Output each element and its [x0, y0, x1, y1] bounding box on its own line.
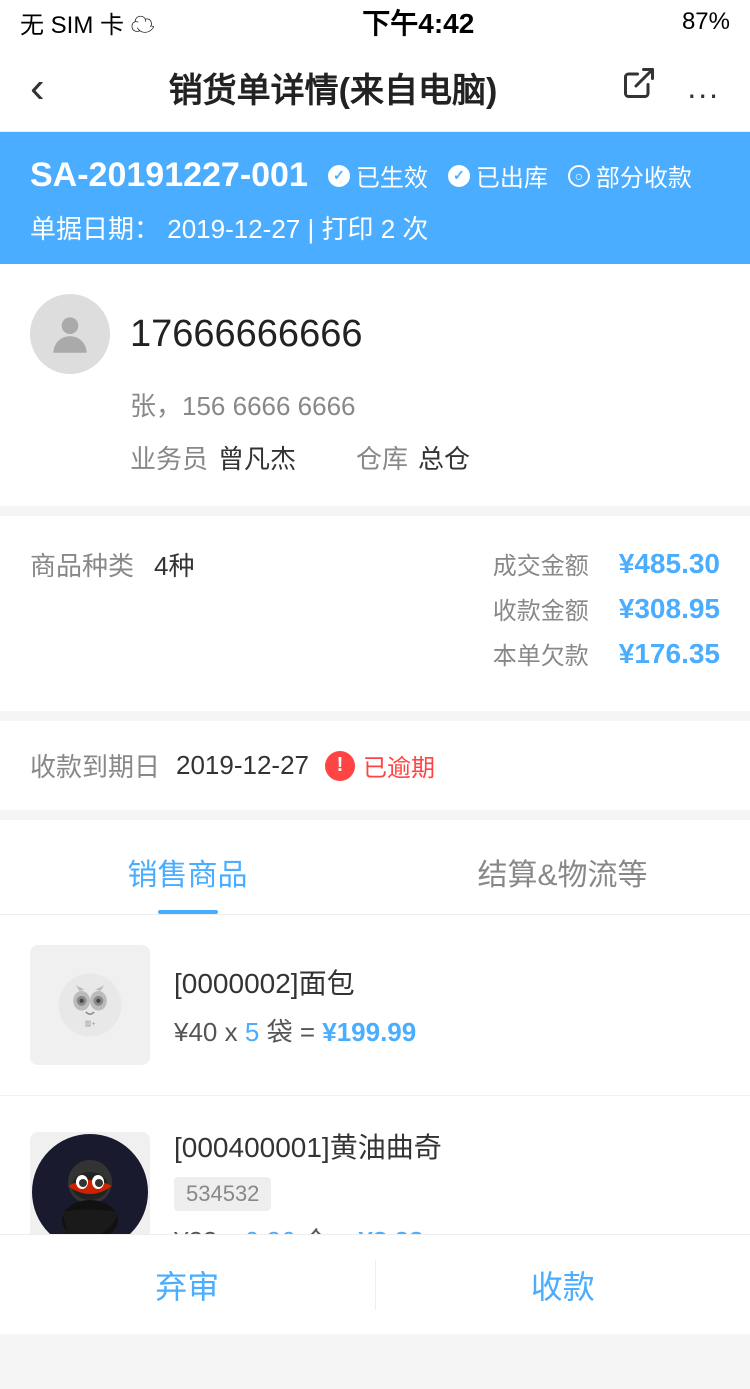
product-thumb-1: 兽+	[30, 945, 150, 1065]
stats-right: 成交金额 ¥485.30 收款金额 ¥308.95 本单欠款 ¥176.35	[493, 546, 720, 681]
warehouse-label: 仓库	[356, 439, 408, 476]
sim-label: 无 SIM 卡 ☁	[20, 5, 155, 40]
main-content: SA-20191227-001 ✓ 已生效 ✓ 已出库 ○ 部分收款 单据日期：…	[0, 132, 750, 1389]
header-date: 单据日期： 2019-12-27 | 打印 2 次	[30, 209, 720, 246]
badge-shipped-label: 已出库	[476, 158, 548, 193]
warehouse-value: 总仓	[418, 439, 470, 476]
staff-value: 曾凡杰	[218, 439, 296, 476]
more-button[interactable]: ...	[687, 69, 720, 106]
product-x-1: x	[225, 1017, 245, 1047]
battery-label: 87%	[682, 8, 730, 36]
bottom-bar: 弃审 收款	[0, 1234, 750, 1334]
staff-label: 业务员	[130, 439, 208, 476]
print-label: | 打印	[307, 214, 373, 244]
product-sku-2: 534532	[174, 1177, 271, 1211]
debt-label: 本单欠款	[493, 636, 589, 671]
cancel-review-button[interactable]: 弃审	[0, 1242, 375, 1328]
print-suffix: 次	[402, 214, 428, 244]
received-label: 收款金额	[493, 591, 589, 626]
header-banner: SA-20191227-001 ✓ 已生效 ✓ 已出库 ○ 部分收款 单据日期：…	[0, 132, 750, 264]
overdue-badge: ! 已逾期	[325, 748, 435, 783]
due-date: 2019-12-27	[176, 750, 309, 781]
product-type-row: 商品种类 4种	[30, 546, 194, 583]
tab-settlement[interactable]: 结算&物流等	[375, 820, 750, 914]
deal-amount-value: ¥485.30	[619, 548, 720, 580]
staff-row: 业务员 曾凡杰 仓库 总仓	[130, 439, 720, 476]
badge-partial-label: 部分收款	[596, 158, 692, 193]
product-name-1: [0000002]面包	[174, 962, 720, 1002]
deal-amount-label: 成交金额	[493, 546, 589, 581]
product-qty-1: 5	[245, 1017, 259, 1047]
stats-left: 商品种类 4种	[30, 546, 194, 591]
received-value: ¥308.95	[619, 593, 720, 625]
product-type-value: 4种	[154, 546, 194, 583]
check-icon-2: ✓	[448, 165, 470, 187]
badge-shipped: ✓ 已出库	[448, 158, 548, 193]
status-time: 下午4:42	[362, 2, 474, 42]
tabs: 销售商品 结算&物流等	[0, 820, 750, 915]
overdue-label: 已逾期	[363, 748, 435, 783]
stats-card: 商品种类 4种 成交金额 ¥485.30 收款金额 ¥308.95 本单欠款 ¥…	[0, 516, 750, 721]
product-list: 兽+ [0000002]面包 ¥40 x 5 袋 = ¥199.99	[0, 915, 750, 1289]
back-button[interactable]: ‹	[30, 63, 45, 113]
product-total-1: ¥199.99	[322, 1017, 416, 1047]
order-date: 2019-12-27	[167, 214, 300, 244]
page-title: 销货单详情(来自电脑)	[169, 63, 498, 112]
debt-value: ¥176.35	[619, 638, 720, 670]
collect-payment-button[interactable]: 收款	[376, 1242, 750, 1328]
debt-row: 本单欠款 ¥176.35	[493, 636, 720, 671]
product-type-label: 商品种类	[30, 546, 134, 583]
badge-activated: ✓ 已生效	[328, 158, 428, 193]
badge-partial: ○ 部分收款	[568, 158, 692, 193]
overdue-icon: !	[325, 751, 355, 781]
order-id: SA-20191227-001	[30, 156, 308, 195]
order-info-row: SA-20191227-001 ✓ 已生效 ✓ 已出库 ○ 部分收款	[30, 156, 720, 195]
received-row: 收款金额 ¥308.95	[493, 591, 720, 626]
check-icon-1: ✓	[328, 165, 350, 187]
product-info-1: [0000002]面包 ¥40 x 5 袋 = ¥199.99	[174, 962, 720, 1049]
product-name-2: [000400001]黄油曲奇	[174, 1126, 720, 1166]
customer-row: 17666666666	[30, 294, 720, 374]
customer-name: 张，156 6666 6666	[130, 386, 720, 423]
due-label: 收款到期日	[30, 747, 160, 784]
customer-id: 17666666666	[130, 313, 362, 356]
nav-bar: ‹ 销货单详情(来自电脑) ...	[0, 44, 750, 132]
svg-text:兽+: 兽+	[84, 1019, 95, 1028]
deal-amount-row: 成交金额 ¥485.30	[493, 546, 720, 581]
tab-products[interactable]: 销售商品	[0, 820, 375, 914]
nav-actions: ...	[621, 65, 720, 110]
status-left: 无 SIM 卡 ☁	[20, 5, 155, 40]
status-bar: 无 SIM 卡 ☁ 下午4:42 87%	[0, 0, 750, 44]
avatar	[30, 294, 110, 374]
due-card: 收款到期日 2019-12-27 ! 已逾期	[0, 721, 750, 820]
share-button[interactable]	[621, 65, 657, 110]
print-count: 2	[381, 214, 395, 244]
product-price-1: ¥40 x 5 袋 = ¥199.99	[174, 1012, 720, 1049]
badge-activated-label: 已生效	[356, 158, 428, 193]
product-eq-1: =	[300, 1017, 322, 1047]
clock-icon: ○	[568, 165, 590, 187]
product-item-1: 兽+ [0000002]面包 ¥40 x 5 袋 = ¥199.99	[0, 915, 750, 1096]
product-unit-1: 袋	[267, 1017, 293, 1047]
status-right: 87%	[682, 8, 730, 36]
date-label: 单据日期：	[30, 214, 160, 244]
product-base-price-1: ¥40	[174, 1017, 217, 1047]
customer-card: 17666666666 张，156 6666 6666 业务员 曾凡杰 仓库 总…	[0, 264, 750, 516]
